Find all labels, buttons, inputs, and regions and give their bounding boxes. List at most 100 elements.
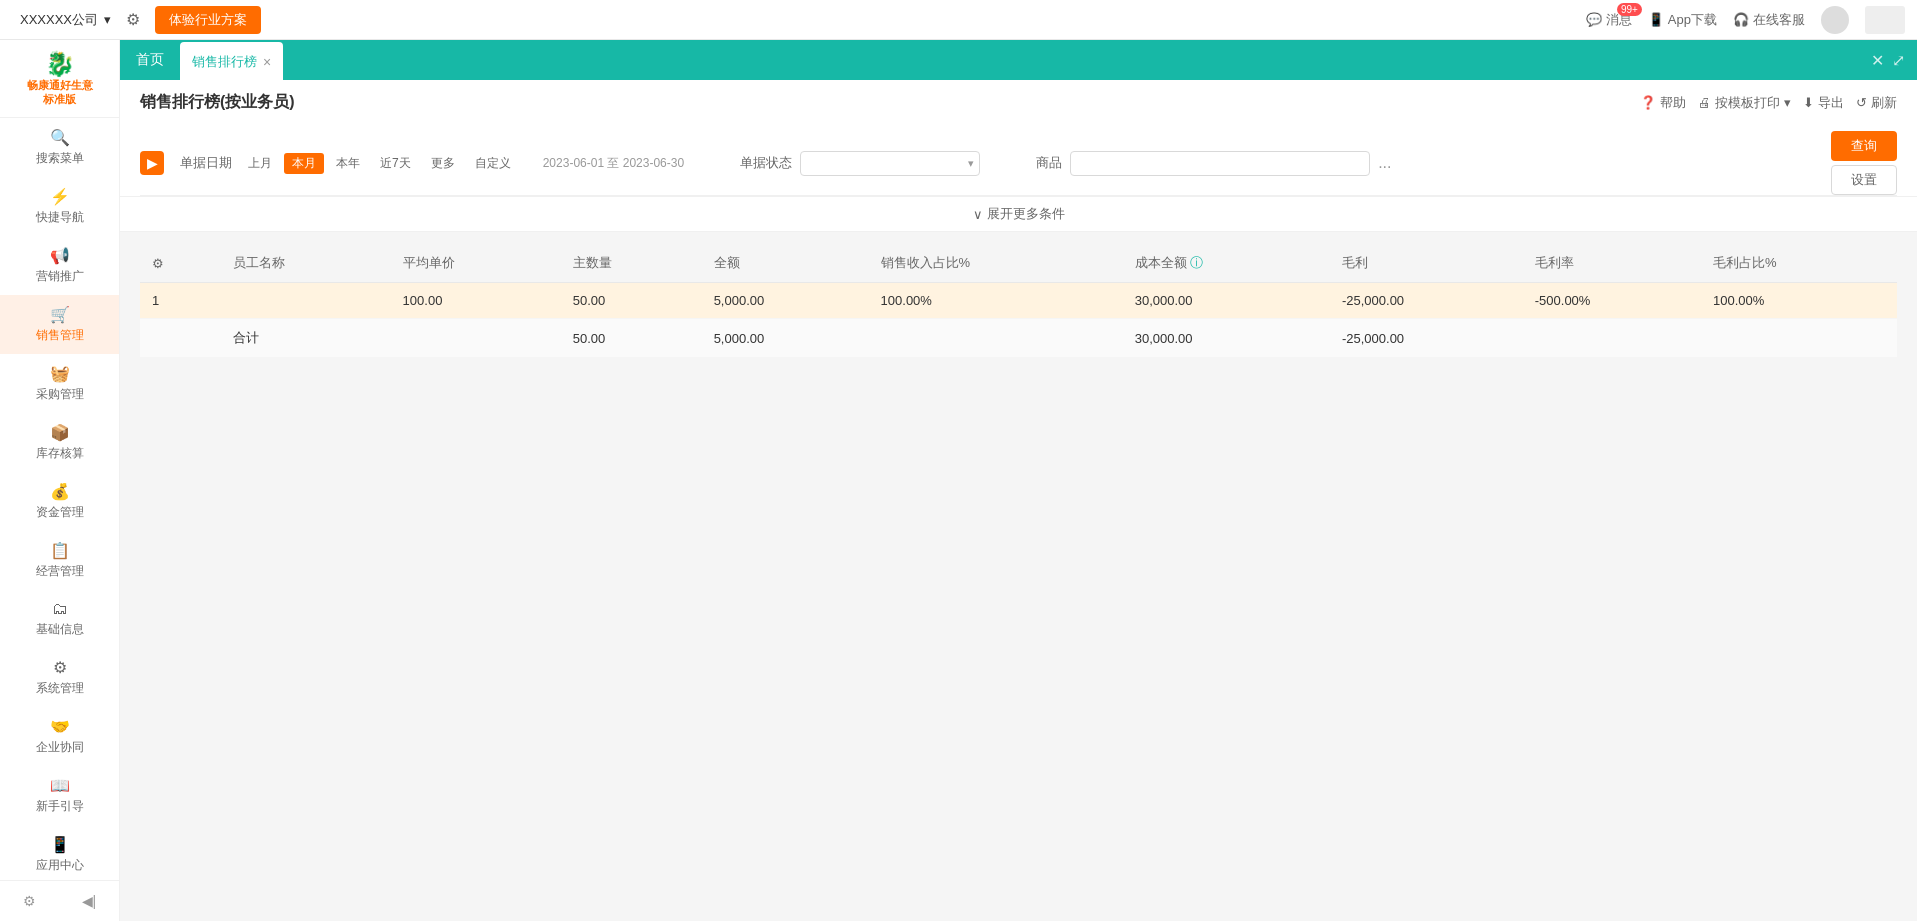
- table-footer: 合计 50.00 5,000.00 30,000.00 -25,000.00: [140, 319, 1897, 358]
- collapse-sidebar-icon[interactable]: ◀|: [78, 889, 101, 913]
- sidebar-item-collab[interactable]: 🤝 企业协同: [0, 707, 119, 766]
- col-amount: 全额: [702, 244, 869, 283]
- footer-empty: [140, 319, 221, 358]
- goods-label: 商品: [1036, 154, 1062, 172]
- chevron-down-icon: ∨: [973, 207, 983, 222]
- help-button[interactable]: ❓ 帮助: [1640, 94, 1686, 112]
- status-select[interactable]: [800, 151, 980, 176]
- sidebar-item-label: 快捷导航: [36, 209, 84, 226]
- table-footer-row: 合计 50.00 5,000.00 30,000.00 -25,000.00: [140, 319, 1897, 358]
- goods-more-icon[interactable]: ...: [1378, 154, 1391, 172]
- tab-active-label: 销售排行榜: [192, 53, 257, 71]
- tab-bar: 首页 销售排行榜 × ✕ ⤢: [120, 40, 1917, 80]
- refresh-label: 刷新: [1871, 94, 1897, 112]
- tab-sales-ranking[interactable]: 销售排行榜 ×: [180, 42, 283, 82]
- company-name: XXXXXX公司: [20, 11, 98, 29]
- sidebar-item-management[interactable]: 📋 经营管理: [0, 531, 119, 590]
- chevron-down-icon: ▾: [104, 12, 111, 27]
- sidebar-item-quick-nav[interactable]: ⚡ 快捷导航: [0, 177, 119, 236]
- action-buttons: 查询 设置: [1831, 131, 1897, 195]
- settings-bottom-icon[interactable]: ⚙: [19, 889, 40, 913]
- sidebar-item-search[interactable]: 🔍 搜索菜单: [0, 118, 119, 177]
- refresh-icon: ↺: [1856, 95, 1867, 110]
- footer-qty: 50.00: [561, 319, 702, 358]
- expand-label: 展开更多条件: [987, 205, 1065, 223]
- close-window-icon[interactable]: ✕: [1871, 51, 1884, 70]
- goods-input[interactable]: [1070, 151, 1370, 176]
- sidebar-item-label: 销售管理: [36, 327, 84, 344]
- clipboard-icon: 📋: [50, 541, 70, 560]
- sidebar-item-purchase[interactable]: 🧺 采购管理: [0, 354, 119, 413]
- right-arrow-icon: ▶: [147, 155, 158, 171]
- tab-home[interactable]: 首页: [120, 40, 180, 80]
- table-container: ⚙ 员工名称 平均单价 主数量 全额 销售收入占比% 成本全额 ⓘ: [120, 232, 1917, 921]
- page-title: 销售排行榜(按业务员): [140, 92, 295, 113]
- sidebar-item-app-center[interactable]: 📱 应用中心: [0, 825, 119, 880]
- sidebar-item-guide[interactable]: 📖 新手引导: [0, 766, 119, 825]
- col-name: 员工名称: [221, 244, 391, 283]
- refresh-button[interactable]: ↺ 刷新: [1856, 94, 1897, 112]
- page-header: 销售排行榜(按业务员) ❓ 帮助 🖨 按模板打印 ▾: [120, 80, 1917, 197]
- trial-button[interactable]: 体验行业方案: [155, 6, 261, 34]
- footer-cost: 30,000.00: [1123, 319, 1330, 358]
- app-download-button[interactable]: 📱 App下载: [1648, 11, 1717, 29]
- megaphone-icon: 📢: [50, 246, 70, 265]
- print-button[interactable]: 🖨 按模板打印 ▾: [1698, 94, 1791, 112]
- headset-icon: 🎧: [1733, 12, 1749, 27]
- home-tab-label: 首页: [136, 51, 164, 69]
- logo-text: 畅康通好生意 标准版: [0, 78, 119, 107]
- date-tab-current-month[interactable]: 本月: [284, 153, 324, 174]
- sidebar-item-label: 搜索菜单: [36, 150, 84, 167]
- company-selector[interactable]: XXXXXX公司 ▾: [12, 7, 119, 33]
- cell-sales-pct: 100.00%: [869, 283, 1123, 319]
- footer-empty3: [869, 319, 1123, 358]
- basket-icon: 🧺: [50, 364, 70, 383]
- date-tab-custom[interactable]: 自定义: [467, 153, 519, 174]
- sidebar-item-marketing[interactable]: 📢 营销推广: [0, 236, 119, 295]
- date-tab-year[interactable]: 本年: [328, 153, 368, 174]
- footer-label: 合计: [221, 319, 391, 358]
- question-icon: ❓: [1640, 95, 1656, 110]
- sidebar-item-label: 应用中心: [36, 857, 84, 874]
- sidebar-item-finance[interactable]: 💰 资金管理: [0, 472, 119, 531]
- message-button[interactable]: 💬 消息 99+: [1586, 11, 1632, 29]
- sidebar-item-label: 新手引导: [36, 798, 84, 815]
- avatar[interactable]: [1821, 6, 1849, 34]
- filter-row-main: ▶ 单据日期 上月 本月 本年 近7天 更多 自定义: [140, 131, 1897, 195]
- money-icon: 💰: [50, 482, 70, 501]
- expand-more-button[interactable]: ∨ 展开更多条件: [120, 201, 1917, 227]
- top-bar: XXXXXX公司 ▾ ⚙ 体验行业方案 💬 消息 99+ 📱 App下载 🎧 在…: [0, 0, 1917, 40]
- user-menu[interactable]: [1865, 6, 1905, 34]
- date-tab-more[interactable]: 更多: [423, 153, 463, 174]
- quick-filter-button[interactable]: ▶: [140, 151, 164, 175]
- table-header-row: ⚙ 员工名称 平均单价 主数量 全额 销售收入占比% 成本全额 ⓘ: [140, 244, 1897, 283]
- gear-button[interactable]: ⚙: [119, 6, 147, 34]
- settings-button[interactable]: 设置: [1831, 165, 1897, 195]
- sidebar-item-inventory[interactable]: 📦 库存核算: [0, 413, 119, 472]
- sidebar-item-label: 资金管理: [36, 504, 84, 521]
- sidebar-item-basic-info[interactable]: 🗂 基础信息: [0, 590, 119, 648]
- date-label: 单据日期: [180, 154, 232, 172]
- top-bar-right: 💬 消息 99+ 📱 App下载 🎧 在线客服: [1586, 6, 1905, 34]
- restore-window-icon[interactable]: ⤢: [1892, 51, 1905, 70]
- cell-avg-price: 100.00: [391, 283, 561, 319]
- footer-empty4: [1523, 319, 1701, 358]
- sidebar-item-label: 企业协同: [36, 739, 84, 756]
- date-tab-7days[interactable]: 近7天: [372, 153, 419, 174]
- phone-icon: 📱: [50, 835, 70, 854]
- export-button[interactable]: ⬇ 导出: [1803, 94, 1844, 112]
- online-service-button[interactable]: 🎧 在线客服: [1733, 11, 1805, 29]
- date-tab-last-month[interactable]: 上月: [240, 153, 280, 174]
- sidebar-menu: 🔍 搜索菜单 ⚡ 快捷导航 📢 营销推广 🛒 销售管理 🧺 采购管理: [0, 118, 119, 880]
- query-button[interactable]: 查询: [1831, 131, 1897, 161]
- tab-close-icon[interactable]: ×: [263, 54, 271, 70]
- info-icon[interactable]: ⓘ: [1190, 255, 1203, 270]
- sidebar-item-sales[interactable]: 🛒 销售管理: [0, 295, 119, 354]
- footer-amount: 5,000.00: [702, 319, 869, 358]
- col-settings[interactable]: ⚙: [140, 244, 221, 283]
- sidebar-logo: 🐉 畅康通好生意 标准版: [0, 40, 119, 118]
- online-service-label: 在线客服: [1753, 11, 1805, 29]
- sidebar-item-system[interactable]: ⚙ 系统管理: [0, 648, 119, 707]
- filter-goods: 商品 ...: [1036, 151, 1391, 176]
- cell-name: [221, 283, 391, 319]
